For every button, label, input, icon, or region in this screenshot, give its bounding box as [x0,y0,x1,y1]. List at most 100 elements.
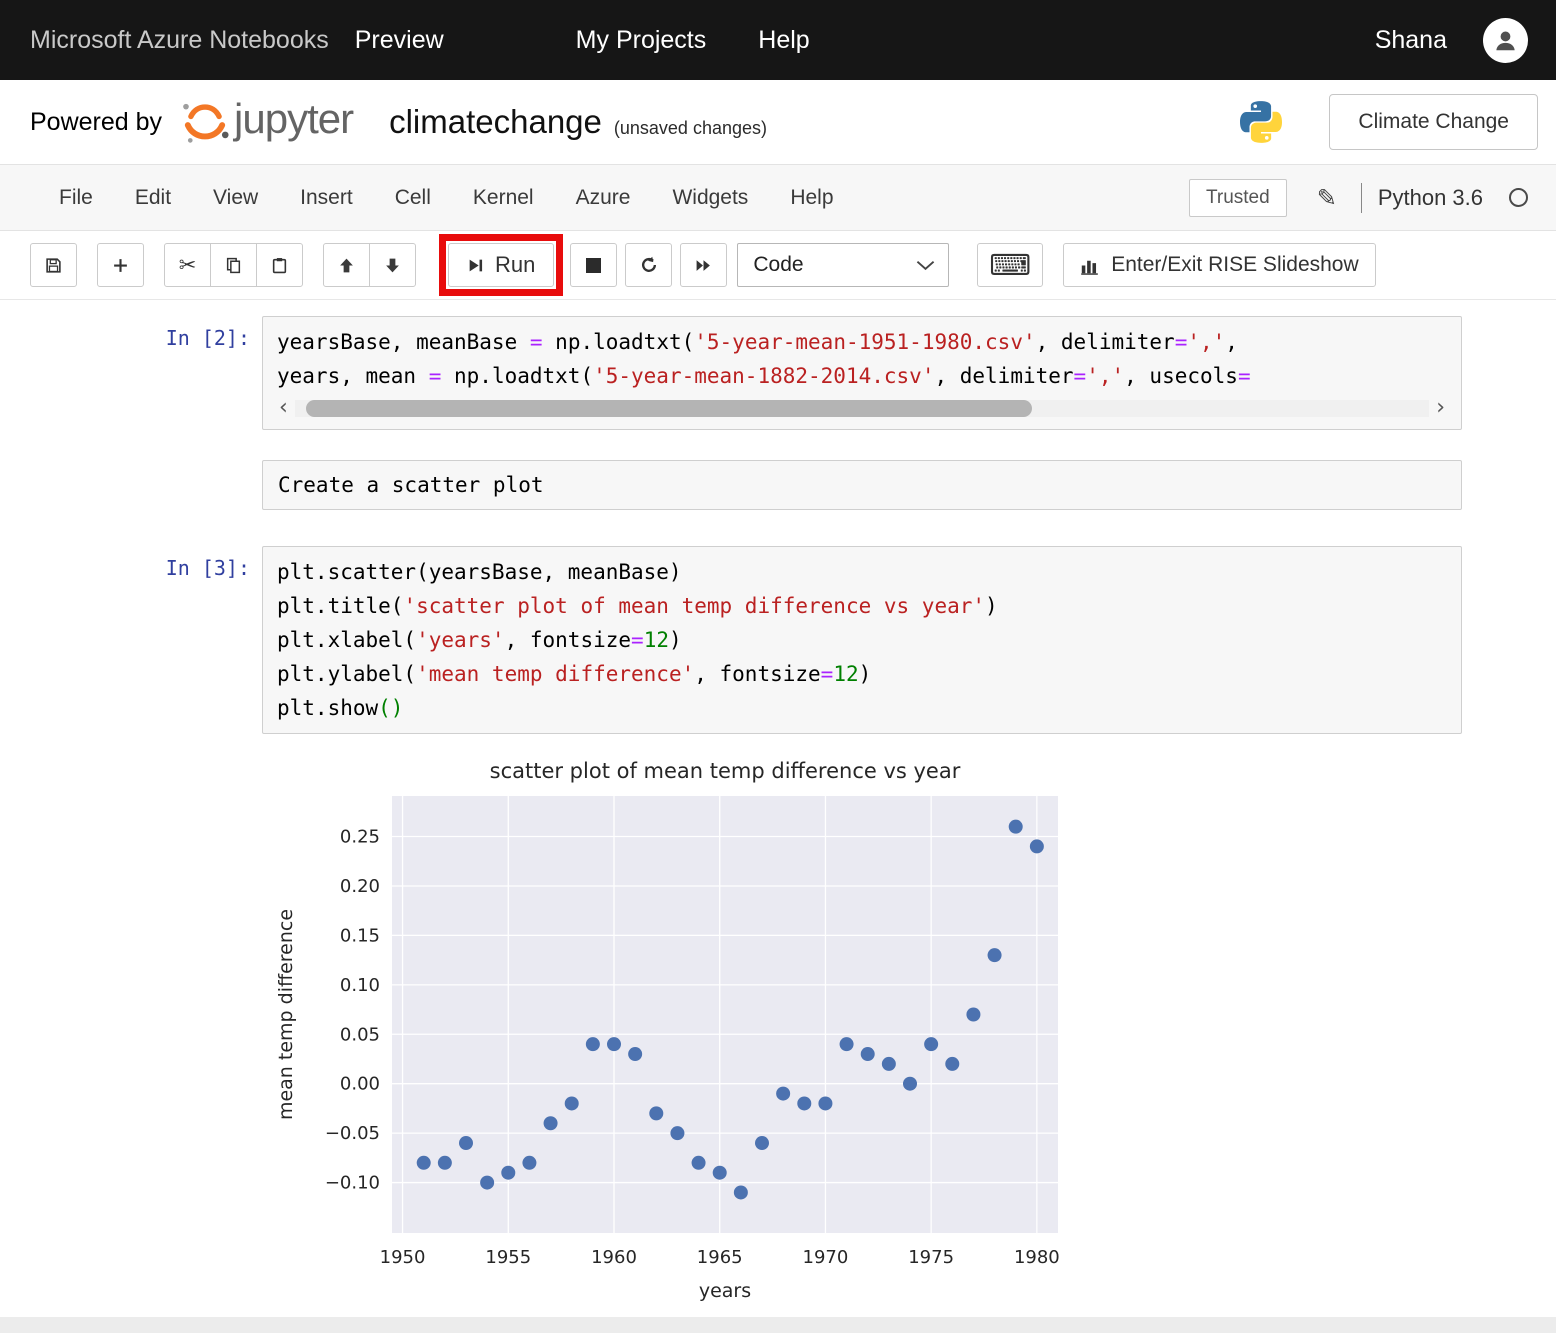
python-logo-icon [1237,98,1285,146]
page-bottom-strip [0,1317,1556,1333]
scrollbar-thumb[interactable] [306,400,1032,417]
svg-text:1975: 1975 [908,1247,954,1268]
menu-file[interactable]: File [38,186,114,210]
cell-output-area: 1950 1955 1960 1965 1970 1975 1980 −0.10 −0.05 0.… [262,754,1556,1311]
command-palette-button[interactable]: ⌨ [977,243,1043,287]
svg-text:mean temp difference: mean temp difference [275,909,297,1120]
svg-text:0.20: 0.20 [340,876,380,897]
menu-view[interactable]: View [192,186,279,210]
svg-text:1950: 1950 [380,1247,426,1268]
azure-brand[interactable]: Microsoft Azure Notebooks [30,26,329,55]
save-button[interactable] [30,243,77,287]
cell-type-dropdown[interactable]: Code [737,243,949,287]
project-button[interactable]: Climate Change [1329,94,1538,150]
svg-text:scatter plot of mean temp diff: scatter plot of mean temp difference vs … [490,759,961,783]
svg-text:−0.05: −0.05 [325,1123,380,1144]
code-cell-2-input[interactable]: yearsBase, meanBase = np.loadtxt('5-year… [262,316,1462,430]
svg-text:1965: 1965 [697,1247,743,1268]
trusted-badge: Trusted [1189,179,1287,217]
keyboard-icon: ⌨ [989,251,1031,280]
svg-text:1955: 1955 [485,1247,531,1268]
powered-by-label: Powered by [30,108,162,137]
notebook-menubar: File Edit View Insert Cell Kernel Azure … [0,164,1556,231]
menubar-right: Trusted ✎ Python 3.6 [1189,179,1528,217]
rise-slideshow-button[interactable]: Enter/Exit RISE Slideshow [1063,243,1375,287]
svg-text:1980: 1980 [1014,1247,1060,1268]
menu-edit[interactable]: Edit [114,186,192,210]
cell-type-value: Code [753,253,803,277]
run-button[interactable]: Run [448,243,554,287]
notebook-title[interactable]: climatechange [389,103,602,141]
scrollbar-track[interactable] [295,400,1429,417]
nav-my-projects[interactable]: My Projects [576,26,707,55]
menu-cell[interactable]: Cell [374,186,452,210]
nav-help[interactable]: Help [758,26,809,55]
clipboard-button-group: ✂ [164,243,303,287]
scroll-left-icon[interactable]: ‹ [277,397,290,419]
jupyter-wordmark: jupyter [234,95,353,143]
preview-badge: Preview [355,26,444,55]
paste-icon [271,257,288,274]
person-icon [1492,27,1519,54]
svg-text:0.05: 0.05 [340,1024,380,1045]
svg-text:−0.10: −0.10 [325,1173,380,1194]
kernel-name: Python 3.6 [1378,185,1483,211]
text-cell[interactable]: Create a scatter plot [262,460,1462,510]
jupyter-logo-icon [178,95,232,149]
svg-text:1970: 1970 [803,1247,849,1268]
add-cell-button[interactable] [97,243,144,287]
code-cell-2-source[interactable]: yearsBase, meanBase = np.loadtxt('5-year… [277,325,1447,393]
arrow-up-icon [338,257,355,274]
user-avatar-icon[interactable] [1483,18,1528,63]
input-prompt-2: In [2]: [0,316,262,430]
svg-text:years: years [699,1280,751,1302]
notebook-container: In [2]: yearsBase, meanBase = np.loadtxt… [0,300,1556,1311]
svg-text:0.10: 0.10 [340,975,380,996]
scroll-right-icon[interactable]: › [1434,397,1447,419]
code-cell-3-input[interactable]: plt.scatter(yearsBase, meanBase)plt.titl… [262,546,1462,734]
chevron-down-icon [916,260,935,271]
paste-cell-button[interactable] [256,243,303,287]
menu-widgets[interactable]: Widgets [651,186,769,210]
copy-icon [225,257,242,274]
stop-icon [586,258,601,273]
move-cell-button-group [323,243,416,287]
move-cell-up-button[interactable] [323,243,370,287]
fast-forward-icon [695,257,712,274]
run-button-label: Run [495,252,535,278]
menu-kernel[interactable]: Kernel [452,186,555,210]
scissors-icon: ✂ [179,255,197,276]
scatter-plot-image: 1950 1955 1960 1965 1970 1975 1980 −0.10 −0.05 0.… [262,754,1062,1306]
svg-text:0.00: 0.00 [340,1074,380,1095]
user-name[interactable]: Shana [1375,26,1447,55]
pencil-icon[interactable]: ✎ [1317,184,1337,212]
svg-text:1960: 1960 [591,1247,637,1268]
restart-kernel-button[interactable] [625,243,672,287]
code-cell-3-source[interactable]: plt.scatter(yearsBase, meanBase)plt.titl… [277,555,1447,725]
kernel-status-icon [1509,188,1528,207]
jupyter-header: Powered by jupyter climatechange (unsave… [0,80,1556,164]
save-status: (unsaved changes) [614,106,767,139]
menu-azure[interactable]: Azure [555,186,652,210]
move-cell-down-button[interactable] [369,243,416,287]
input-prompt-3: In [3]: [0,546,262,734]
run-button-wrapper: Run [448,243,554,287]
code-cell-3: In [3]: plt.scatter(yearsBase, meanBase)… [0,546,1462,734]
azure-topbar: Microsoft Azure Notebooks Preview My Pro… [0,0,1556,80]
svg-text:0.15: 0.15 [340,925,380,946]
svg-text:0.25: 0.25 [340,827,380,848]
menubar-divider [1361,183,1362,213]
rise-button-label: Enter/Exit RISE Slideshow [1111,253,1358,277]
arrow-down-icon [384,257,401,274]
interrupt-kernel-button[interactable] [570,243,617,287]
text-cell-content: Create a scatter plot [278,473,544,497]
cut-cell-button[interactable]: ✂ [164,243,211,287]
menu-help[interactable]: Help [769,186,854,210]
copy-cell-button[interactable] [210,243,257,287]
menu-insert[interactable]: Insert [279,186,374,210]
restart-icon [640,256,658,274]
bar-chart-icon [1080,256,1099,275]
restart-run-all-button[interactable] [680,243,727,287]
step-forward-icon [467,257,484,274]
save-icon [45,257,62,274]
